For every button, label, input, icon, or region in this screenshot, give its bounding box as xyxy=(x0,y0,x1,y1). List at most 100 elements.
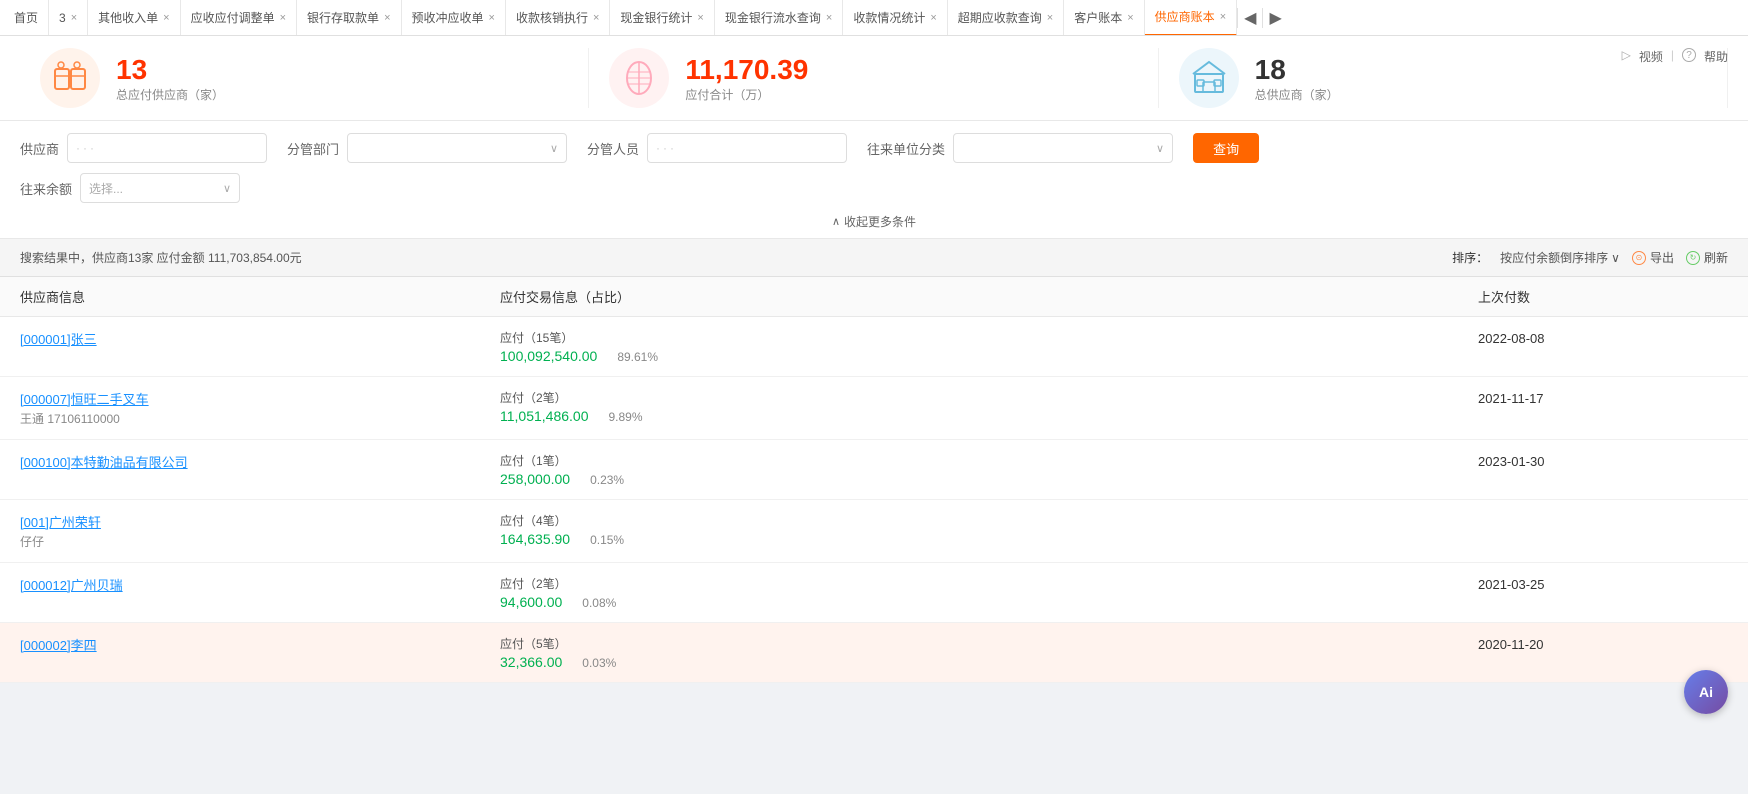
close-icon[interactable]: × xyxy=(930,12,936,24)
total-suppliers-text: 18 总供应商（家） xyxy=(1255,53,1339,104)
tx-amount-2[interactable]: 11,051,486.00 xyxy=(500,408,589,424)
query-button[interactable]: 查询 xyxy=(1193,133,1259,163)
tab-supplier-ledger-label: 供应商账本 xyxy=(1155,8,1215,25)
close-icon[interactable]: × xyxy=(280,12,286,24)
total-suppliers-label: 总供应商（家） xyxy=(1255,86,1339,103)
balance-select[interactable]: 选择... ∨ xyxy=(80,173,240,203)
filter-area: 供应商 ··· 分管部门 ∨ 分管人员 ··· 往来单位分类 ∨ 查询 xyxy=(0,121,1748,239)
supplier-link-2[interactable]: [000007]恒旺二手叉车 xyxy=(20,389,500,408)
grain-icon xyxy=(609,48,669,108)
table-row: [000100]本特勤油品有限公司 应付（1笔） 258,000.00 0.23… xyxy=(0,440,1748,500)
collapse-button[interactable]: ∧ 收起更多条件 xyxy=(832,213,916,230)
supplier-filter-label: 供应商 xyxy=(20,139,59,158)
results-summary: 搜索结果中，供应商13家 应付金额 111,703,854.00元 xyxy=(20,249,302,266)
tab-bank-deposit[interactable]: 银行存取款单 × xyxy=(297,0,401,36)
category-select[interactable]: ∨ xyxy=(953,133,1173,163)
tab-cash-flow[interactable]: 现金银行流水查询 × xyxy=(715,0,843,36)
supplier-link-3[interactable]: [000100]本特勤油品有限公司 xyxy=(20,452,500,471)
supplier-col-1: [000001]张三 xyxy=(20,329,500,348)
tab-ap-adjust[interactable]: 应收应付调整单 × xyxy=(181,0,297,36)
tab-cash-bank-stats[interactable]: 现金银行统计 × xyxy=(610,0,714,36)
tx-amount-3[interactable]: 258,000.00 xyxy=(500,471,570,487)
collapse-label: 收起更多条件 xyxy=(844,213,916,230)
close-icon[interactable]: × xyxy=(489,12,495,24)
tx-amount-1[interactable]: 100,092,540.00 xyxy=(500,348,597,364)
tab-home[interactable]: 首页 xyxy=(4,0,49,36)
tab-advance-match[interactable]: 预收冲应收单 × xyxy=(402,0,506,36)
stat-ap-total: 11,170.39 应付合计（万） xyxy=(589,48,1158,108)
close-icon[interactable]: × xyxy=(1047,12,1053,24)
tab-3[interactable]: 3 × xyxy=(49,0,88,36)
tab-supplier-ledger[interactable]: 供应商账本 × xyxy=(1145,0,1237,36)
tx-amount-5[interactable]: 94,600.00 xyxy=(500,594,562,610)
tab-cash-bank-stats-label: 现金银行统计 xyxy=(620,9,692,26)
table-row: [000007]恒旺二手叉车 王通 17106110000 应付（2笔） 11,… xyxy=(0,377,1748,440)
sort-label: 排序： xyxy=(1452,249,1488,266)
close-icon[interactable]: × xyxy=(384,12,390,24)
supplier-link-6[interactable]: [000002]李四 xyxy=(20,635,500,654)
tab-collection-stats[interactable]: 收款情况统计 × xyxy=(843,0,947,36)
help-link[interactable]: 帮助 xyxy=(1704,48,1728,65)
close-icon[interactable]: × xyxy=(826,12,832,24)
lastpay-col-5: 2021-03-25 xyxy=(1478,575,1728,592)
supplier-link-5[interactable]: [000012]广州贝瑞 xyxy=(20,575,500,594)
refresh-button[interactable]: ↻ 刷新 xyxy=(1686,249,1728,266)
collapse-up-icon: ∧ xyxy=(832,215,840,228)
supplier-filter: 供应商 ··· xyxy=(20,133,267,163)
tab-receipt-check[interactable]: 收款核销执行 × xyxy=(506,0,610,36)
close-icon[interactable]: × xyxy=(697,12,703,24)
tx-pct-1: 89.61% xyxy=(617,350,658,364)
tab-overdue-query[interactable]: 超期应收款查询 × xyxy=(948,0,1064,36)
close-icon[interactable]: × xyxy=(163,12,169,24)
tx-label-4: 应付（4笔） xyxy=(500,512,1478,529)
tx-amount-6[interactable]: 32,366.00 xyxy=(500,654,562,670)
close-icon[interactable]: × xyxy=(593,12,599,24)
table-row: [000001]张三 应付（15笔） 100,092,540.00 89.61%… xyxy=(0,317,1748,377)
person-dots: ··· xyxy=(656,141,677,155)
lastpay-col-4 xyxy=(1478,512,1728,514)
supplier-input[interactable]: ··· xyxy=(67,133,267,163)
nav-left-arrow[interactable]: ◀ xyxy=(1237,8,1262,28)
ai-label: Ai xyxy=(1699,684,1713,700)
tx-pct-3: 0.23% xyxy=(590,473,624,487)
dept-select[interactable]: ∨ xyxy=(347,133,567,163)
sort-button[interactable]: 按应付余额倒序排序 ∨ xyxy=(1500,249,1620,266)
close-icon[interactable]: × xyxy=(1127,12,1133,24)
video-link[interactable]: 视频 xyxy=(1639,48,1663,65)
supplier-link-1[interactable]: [000001]张三 xyxy=(20,329,500,348)
tab-advance-match-label: 预收冲应收单 xyxy=(412,9,484,26)
sort-value: 按应付余额倒序排序 xyxy=(1500,249,1608,266)
export-button[interactable]: ⊙ 导出 xyxy=(1632,249,1674,266)
balance-filter: 往来余额 选择... ∨ xyxy=(20,173,240,203)
supplier-sub-2: 王通 17106110000 xyxy=(20,410,500,427)
tab-collection-stats-label: 收款情况统计 xyxy=(853,9,925,26)
tab-other-income[interactable]: 其他收入单 × xyxy=(88,0,180,36)
supplier-link-4[interactable]: [001]广州荣轩 xyxy=(20,512,500,531)
tx-pct-6: 0.03% xyxy=(582,656,616,670)
header-last-pay: 上次付数 xyxy=(1478,287,1728,306)
person-input[interactable]: ··· xyxy=(647,133,847,163)
last-pay-date-5: 2021-03-25 xyxy=(1478,575,1728,592)
lastpay-col-6: 2020-11-20 xyxy=(1478,635,1728,652)
dept-arrow-icon: ∨ xyxy=(550,142,558,155)
export-circle-icon: ⊙ xyxy=(1632,251,1646,265)
tx-amount-4[interactable]: 164,635.90 xyxy=(500,531,570,547)
ap-suppliers-value: 13 xyxy=(116,53,224,87)
transaction-col-1: 应付（15笔） 100,092,540.00 89.61% xyxy=(500,329,1478,364)
close-icon[interactable]: × xyxy=(1220,11,1226,23)
video-icon: ▷ xyxy=(1622,48,1631,65)
transaction-col-2: 应付（2笔） 11,051,486.00 9.89% xyxy=(500,389,1478,424)
close-icon[interactable]: × xyxy=(71,12,77,24)
tab-customer-ledger[interactable]: 客户账本 × xyxy=(1064,0,1144,36)
tx-pct-4: 0.15% xyxy=(590,533,624,547)
supplier-col-5: [000012]广州贝瑞 xyxy=(20,575,500,594)
ap-total-value: 11,170.39 xyxy=(685,53,808,87)
tx-label-3: 应付（1笔） xyxy=(500,452,1478,469)
supplier-col-2: [000007]恒旺二手叉车 王通 17106110000 xyxy=(20,389,500,427)
person-filter: 分管人员 ··· xyxy=(587,133,847,163)
header-transaction-info: 应付交易信息（占比） xyxy=(500,287,1478,306)
export-label: 导出 xyxy=(1650,249,1674,266)
ai-button[interactable]: Ai xyxy=(1684,670,1728,714)
nav-right-arrow[interactable]: ▶ xyxy=(1262,8,1287,28)
tab-other-income-label: 其他收入单 xyxy=(98,9,158,26)
